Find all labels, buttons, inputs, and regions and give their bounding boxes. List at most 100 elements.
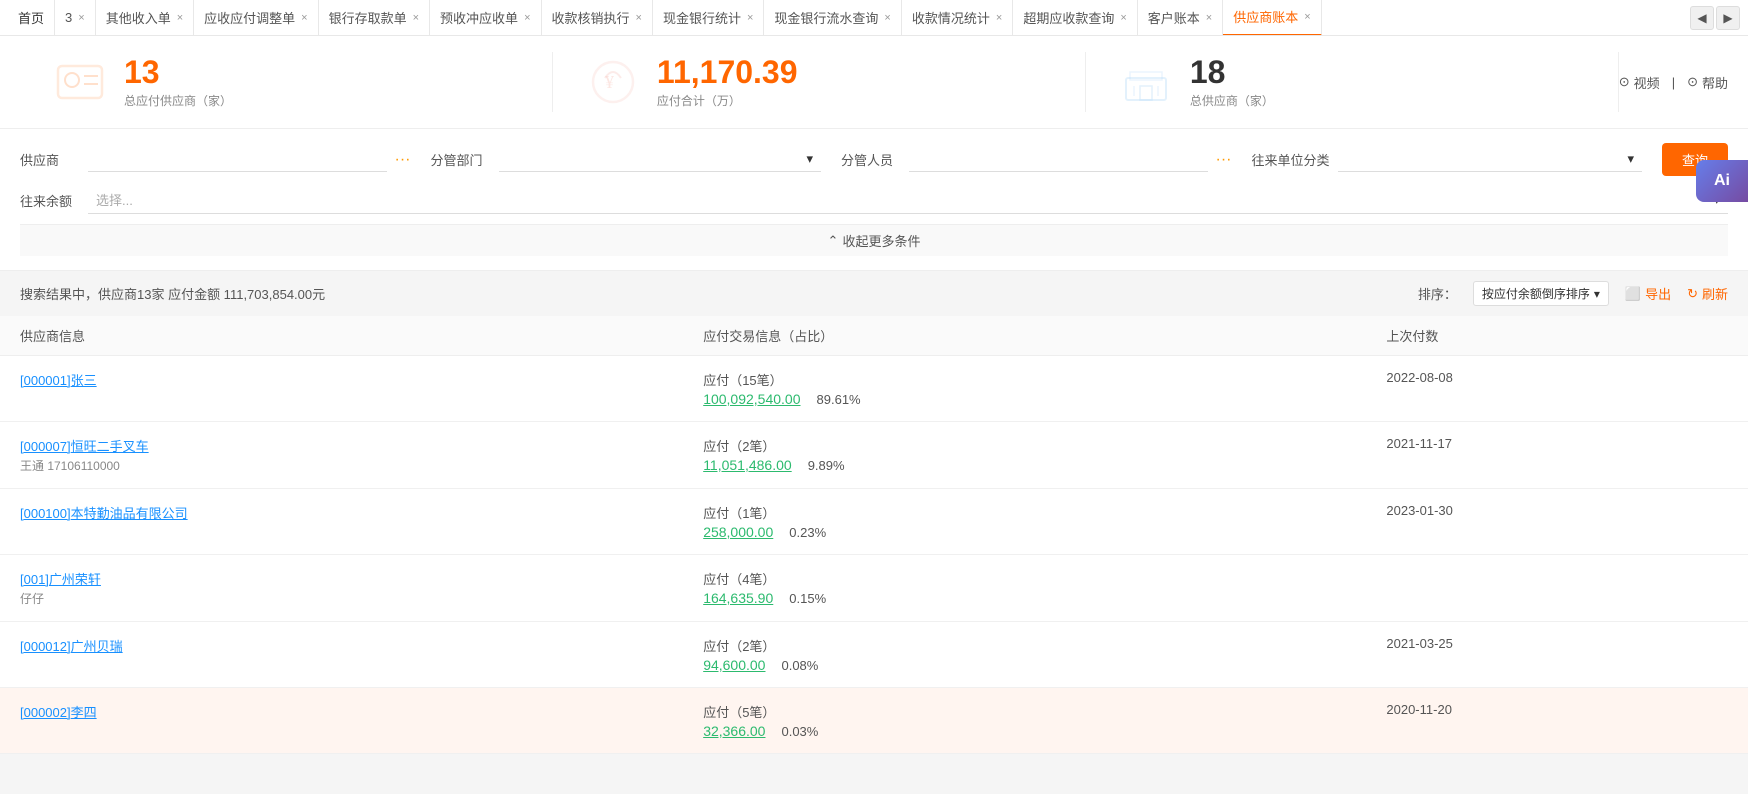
pay-amount[interactable]: 164,635.90 — [703, 590, 773, 606]
nav-tab-customer-ledger[interactable]: 客户账本 × — [1138, 0, 1223, 36]
supplier-name-link[interactable]: 广州荣轩 — [49, 572, 101, 587]
supplier-table: 供应商信息 应付交易信息（占比） 上次付数 [000001]张三 应付（15笔）… — [0, 316, 1748, 754]
supplier-link[interactable]: [001] — [20, 572, 49, 587]
category-select[interactable]: ▾ — [1338, 147, 1642, 172]
pay-row: 11,051,486.00 9.89% — [703, 455, 1386, 473]
close-icon[interactable]: × — [1304, 11, 1310, 23]
table-row: [000100]本特勤油品有限公司 应付（1笔） 258,000.00 0.23… — [0, 489, 1748, 555]
nav-tab-supplier-ledger[interactable]: 供应商账本 × — [1223, 0, 1321, 36]
chevron-up-icon: ⌃ — [828, 233, 839, 249]
pay-row: 164,635.90 0.15% — [703, 588, 1386, 606]
result-bar-right: 排序： 按应付余额倒序排序 ▾ ⬜ 导出 ↻ 刷新 — [1418, 281, 1728, 306]
dept-select[interactable]: ▾ — [499, 147, 822, 172]
pay-percent: 0.23% — [789, 525, 826, 540]
last-pay-cell: 2023-01-30 — [1386, 503, 1728, 518]
export-button[interactable]: ⬜ 导出 — [1625, 284, 1671, 303]
supplier-name-link[interactable]: 本特勤油品有限公司 — [71, 506, 188, 521]
close-icon[interactable]: × — [996, 12, 1002, 24]
ai-label: Ai — [1714, 172, 1730, 190]
stat-block-payable-total: ¥ 11,170.39 应付合计（万） — [553, 52, 1086, 112]
nav-tab-bank[interactable]: 银行存取款单 × — [319, 0, 430, 36]
supplier-name-link[interactable]: 张三 — [71, 373, 97, 388]
nav-left-arrow[interactable]: ◀ — [1690, 6, 1714, 30]
close-icon[interactable]: × — [884, 12, 890, 24]
close-icon[interactable]: × — [1206, 12, 1212, 24]
supplier-name-link[interactable]: 广州贝瑞 — [71, 639, 123, 654]
nav-tab-adjust[interactable]: 应收应付调整单 × — [194, 0, 318, 36]
category-filter-label: 往来单位分类 — [1252, 150, 1330, 169]
supplier-name-link[interactable]: 恒旺二手叉车 — [71, 439, 149, 454]
person-filter-label: 分管人员 — [841, 150, 901, 169]
last-pay-date: 2020-11-20 — [1386, 702, 1452, 717]
close-icon[interactable]: × — [177, 12, 183, 24]
pay-info-cell: 应付（2笔） 94,600.00 0.08% — [703, 636, 1386, 673]
supplier-link[interactable]: [000100] — [20, 506, 71, 521]
person-dots-btn[interactable]: ··· — [1216, 151, 1232, 169]
close-icon[interactable]: × — [413, 12, 419, 24]
col-header-supplier: 供应商信息 — [20, 326, 703, 345]
filter-area: 供应商 ··· 分管部门 ▾ 分管人员 ··· 往来单位分类 ▾ 查询 — [0, 129, 1748, 271]
header-stats: 13 总应付供应商（家） ¥ 11,170.39 应付合计（万） — [0, 36, 1748, 129]
supplier-info-cell: [000012]广州贝瑞 — [20, 636, 703, 655]
top-navigation: 首页 3 × 其他收入单 × 应收应付调整单 × 银行存取款单 × 预收冲应收单… — [0, 0, 1748, 36]
close-icon[interactable]: × — [636, 12, 642, 24]
dept-filter-label: 分管部门 — [431, 150, 491, 169]
person-input[interactable] — [909, 148, 1208, 172]
nav-tab-3[interactable]: 3 × — [55, 0, 96, 36]
pay-amount[interactable]: 11,051,486.00 — [703, 457, 792, 473]
supplier-link[interactable]: [000012] — [20, 639, 71, 654]
supplier-input[interactable] — [88, 148, 387, 172]
ai-panel[interactable]: Ai — [1696, 160, 1748, 202]
nav-tab-other-income[interactable]: 其他收入单 × — [96, 0, 194, 36]
close-icon[interactable]: × — [301, 12, 307, 24]
pay-amount[interactable]: 100,092,540.00 — [703, 391, 800, 407]
nav-tab-cash-flow[interactable]: 现金银行流水查询 × — [764, 0, 901, 36]
pay-info-cell: 应付（4笔） 164,635.90 0.15% — [703, 569, 1386, 606]
supplier-link[interactable]: [000002] — [20, 705, 71, 720]
supplier-link[interactable]: [000007] — [20, 439, 71, 454]
nav-tab-home[interactable]: 首页 — [8, 0, 55, 36]
nav-tab-overdue[interactable]: 超期应收款查询 × — [1013, 0, 1137, 36]
col-header-pay-info: 应付交易信息（占比） — [703, 326, 1386, 345]
balance-select[interactable]: 选择... ▾ — [88, 186, 1728, 214]
nav-tab-cash-stats[interactable]: 现金银行统计 × — [653, 0, 764, 36]
pay-percent: 0.08% — [781, 658, 818, 673]
pay-amount[interactable]: 94,600.00 — [703, 657, 765, 673]
close-icon[interactable]: × — [78, 12, 84, 24]
stat-number-total-suppliers: 18 — [1190, 56, 1274, 88]
separator: | — [1672, 75, 1675, 90]
table-row: [000012]广州贝瑞 应付（2笔） 94,600.00 0.08% 2021… — [0, 622, 1748, 688]
pay-label: 应付（4笔） — [703, 569, 1386, 588]
nav-tab-prepay[interactable]: 预收冲应收单 × — [430, 0, 541, 36]
filter-dept: 分管部门 ▾ — [431, 147, 822, 172]
nav-right-arrow[interactable]: ▶ — [1716, 6, 1740, 30]
stat-info-total-suppliers: 18 总供应商（家） — [1190, 56, 1274, 109]
help-link[interactable]: ⊙ 帮助 — [1687, 73, 1728, 92]
last-pay-cell: 2022-08-08 — [1386, 370, 1728, 385]
close-icon[interactable]: × — [1120, 12, 1126, 24]
stat-number-payable: 13 — [124, 56, 232, 88]
supplier-name-link[interactable]: 李四 — [71, 705, 97, 720]
nav-tab-collection-stats[interactable]: 收款情况统计 × — [902, 0, 1013, 36]
chevron-down-icon: ▾ — [1627, 151, 1634, 167]
close-icon[interactable]: × — [524, 12, 530, 24]
pay-amount[interactable]: 32,366.00 — [703, 723, 765, 739]
supplier-dots-btn[interactable]: ··· — [395, 151, 411, 169]
pay-label: 应付（1笔） — [703, 503, 1386, 522]
sort-dropdown[interactable]: 按应付余额倒序排序 ▾ — [1473, 281, 1609, 306]
supplier-link[interactable]: [000001] — [20, 373, 71, 388]
last-pay-date: 2023-01-30 — [1386, 503, 1453, 518]
refresh-button[interactable]: ↻ 刷新 — [1687, 284, 1728, 303]
pay-row: 32,366.00 0.03% — [703, 721, 1386, 739]
collapse-button[interactable]: ⌃ 收起更多条件 — [20, 224, 1728, 256]
pay-info-cell: 应付（1笔） 258,000.00 0.23% — [703, 503, 1386, 540]
nav-tab-collection[interactable]: 收款核销执行 × — [542, 0, 653, 36]
pay-amount[interactable]: 258,000.00 — [703, 524, 773, 540]
close-icon[interactable]: × — [747, 12, 753, 24]
video-link[interactable]: ⊙ 视频 — [1619, 73, 1660, 92]
result-bar: 搜索结果中，供应商13家 应付金额 111,703,854.00元 排序： 按应… — [0, 271, 1748, 316]
video-icon: ⊙ — [1619, 74, 1630, 90]
supplier-filter-label: 供应商 — [20, 150, 80, 169]
stat-block-total-suppliers: 18 总供应商（家） — [1086, 52, 1619, 112]
balance-filter-label: 往来余额 — [20, 191, 80, 210]
